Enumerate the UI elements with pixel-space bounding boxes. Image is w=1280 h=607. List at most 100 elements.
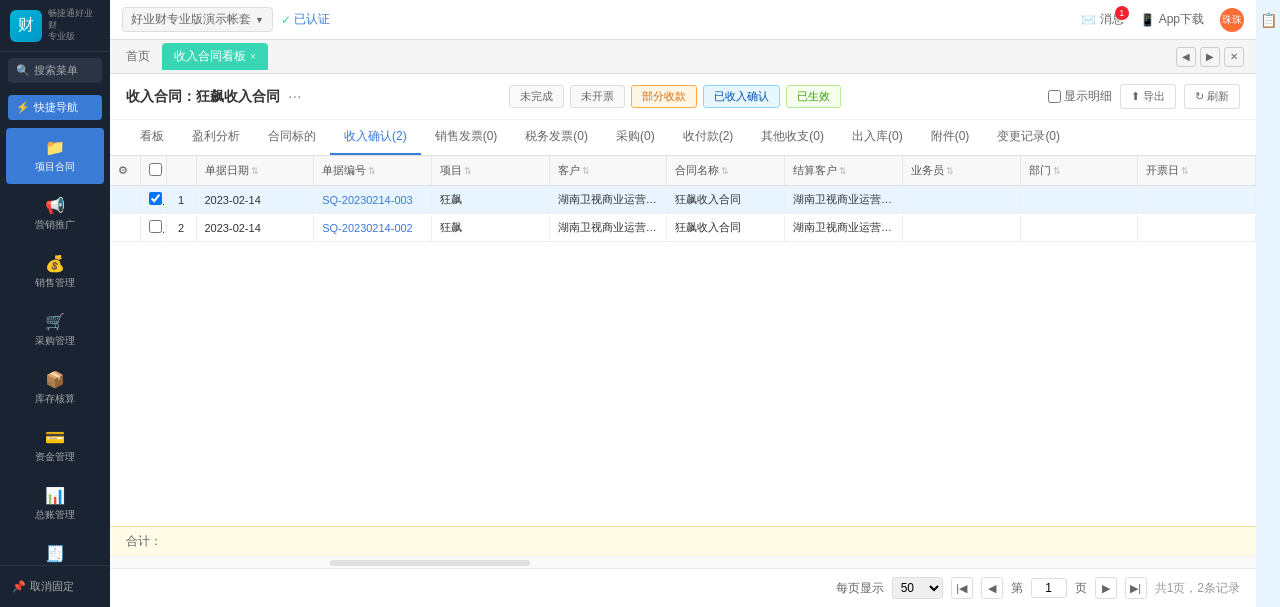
td-salesperson-1 xyxy=(902,186,1020,214)
th-settlement-customer: 结算客户⇅ xyxy=(785,156,903,186)
active-tab[interactable]: 收入合同看板 × xyxy=(162,43,268,70)
subtab-tax-invoice[interactable]: 税务发票(0) xyxy=(511,120,602,155)
td-project-2: 狂飙 xyxy=(431,214,549,242)
sort-docno-icon[interactable]: ⇅ xyxy=(368,166,376,176)
export-button[interactable]: ⬆ 导出 xyxy=(1120,84,1176,109)
subtab-change-log[interactable]: 变更记录(0) xyxy=(983,120,1074,155)
sidebar-item-inventory[interactable]: 📦 库存核算 xyxy=(6,360,104,416)
logo-icon: 财 xyxy=(10,10,42,42)
app-download-button[interactable]: 📱 App下载 xyxy=(1140,11,1204,28)
home-tab[interactable]: 首页 xyxy=(122,48,154,65)
sort-date-icon[interactable]: ⇅ xyxy=(251,166,259,176)
td-project-1: 狂飙 xyxy=(431,186,549,214)
td-docno-2: SQ-20230214-002 xyxy=(314,214,432,242)
page-unit-label: 页 xyxy=(1075,580,1087,597)
select-all-checkbox[interactable] xyxy=(149,163,162,176)
page-input[interactable] xyxy=(1031,578,1067,598)
sort-contractname-icon[interactable]: ⇅ xyxy=(721,166,729,176)
pin-icon: 📌 xyxy=(12,580,26,593)
td-checkbox-2 xyxy=(140,214,166,242)
message-icon: ✉️ xyxy=(1081,13,1096,27)
th-salesperson: 业务员⇅ xyxy=(902,156,1020,186)
sort-customer-icon[interactable]: ⇅ xyxy=(582,166,590,176)
tab-prev-button[interactable]: ◀ xyxy=(1176,47,1196,67)
td-contractname-1: 狂飙收入合同 xyxy=(667,186,785,214)
show-detail-checkbox-label[interactable]: 显示明细 xyxy=(1048,88,1112,105)
quick-nav-button[interactable]: ⚡ 快捷导航 xyxy=(8,95,102,120)
td-settlement-2: 湖南卫视商业运营发展有限公司 xyxy=(785,214,903,242)
contract-status-buttons: 未完成 未开票 部分收款 已收入确认 已生效 xyxy=(509,85,841,108)
pin-toggle[interactable]: 📌 取消固定 xyxy=(8,574,102,599)
status-effective[interactable]: 已生效 xyxy=(786,85,841,108)
tab-label: 收入合同看板 xyxy=(174,48,246,65)
refresh-icon: ↻ xyxy=(1195,90,1204,103)
next-page-button[interactable]: ▶ xyxy=(1095,577,1117,599)
message-button[interactable]: ✉️ 消息 1 xyxy=(1081,11,1124,28)
sidebar-item-purchase[interactable]: 🛒 采购管理 xyxy=(6,302,104,358)
sort-opendate-icon[interactable]: ⇅ xyxy=(1181,166,1189,176)
more-button[interactable]: ··· xyxy=(288,88,301,106)
subtab-attachment[interactable]: 附件(0) xyxy=(917,120,984,155)
subtab-profit[interactable]: 盈利分析 xyxy=(178,120,254,155)
per-page-select[interactable]: 20 50 100 200 xyxy=(892,577,943,599)
last-page-button[interactable]: ▶| xyxy=(1125,577,1147,599)
sidebar-item-marketing[interactable]: 📢 营销推广 xyxy=(6,186,104,242)
sidebar: 财 畅捷通好业财 专业版 🔍 搜索菜单 ⚡ 快捷导航 📁 项目合同 📢 营销推广… xyxy=(0,0,110,607)
subtab-other-income[interactable]: 其他收支(0) xyxy=(747,120,838,155)
contract-title: 收入合同：狂飙收入合同 ··· xyxy=(126,88,301,106)
subtab-stock-out[interactable]: 出入库(0) xyxy=(838,120,917,155)
subtab-payment[interactable]: 收付款(2) xyxy=(669,120,748,155)
box-icon: 📦 xyxy=(45,370,65,389)
sort-salesperson-icon[interactable]: ⇅ xyxy=(946,166,954,176)
lightning-icon: ⚡ xyxy=(16,101,30,114)
sidebar-item-fund[interactable]: 💳 资金管理 xyxy=(6,418,104,474)
right-sidebar-icon[interactable]: 📋 xyxy=(1256,8,1281,32)
topbar: 好业财专业版演示帐套 ▼ ✓ 已认证 ✉️ 消息 1 📱 App下载 珠珠 xyxy=(110,0,1256,40)
folder-icon: 📁 xyxy=(45,138,65,157)
subtab-contractstd[interactable]: 合同标的 xyxy=(254,120,330,155)
subtab-income-confirm[interactable]: 收入确认(2) xyxy=(330,120,421,155)
sort-department-icon[interactable]: ⇅ xyxy=(1053,166,1061,176)
right-sidebar: 📋 xyxy=(1256,0,1280,607)
sidebar-item-general[interactable]: 📊 总账管理 xyxy=(6,476,104,532)
status-partial[interactable]: 部分收款 xyxy=(631,85,697,108)
row-checkbox-2[interactable] xyxy=(149,220,162,233)
doc-no-link-1[interactable]: SQ-20230214-003 xyxy=(322,194,413,206)
sort-settlement-icon[interactable]: ⇅ xyxy=(839,166,847,176)
contract-right-actions: 显示明细 ⬆ 导出 ↻ 刷新 xyxy=(1048,84,1240,109)
chart-icon: 📊 xyxy=(45,486,65,505)
doc-no-link-2[interactable]: SQ-20230214-002 xyxy=(322,222,413,234)
status-unfinished[interactable]: 未完成 xyxy=(509,85,564,108)
subtab-kanban[interactable]: 看板 xyxy=(126,120,178,155)
th-project: 项目⇅ xyxy=(431,156,549,186)
row-checkbox-1[interactable] xyxy=(149,192,162,205)
td-gear-2 xyxy=(110,214,140,242)
scrollbar-area[interactable] xyxy=(110,556,1256,568)
data-table: ⚙ 单据日期⇅ 单据编号⇅ 项目⇅ 客户⇅ 合同名称⇅ 结算客户⇅ 业务员⇅ xyxy=(110,156,1256,242)
tab-close-button[interactable]: × xyxy=(250,51,256,62)
status-uninvoiced[interactable]: 未开票 xyxy=(570,85,625,108)
subtab-purchase[interactable]: 采购(0) xyxy=(602,120,669,155)
sidebar-bottom: 📌 取消固定 xyxy=(0,565,110,607)
td-customer-2: 湖南卫视商业运营发展有限公司 xyxy=(549,214,667,242)
subtab-sales-invoice[interactable]: 销售发票(0) xyxy=(421,120,512,155)
td-department-1 xyxy=(1020,186,1138,214)
first-page-button[interactable]: |◀ xyxy=(951,577,973,599)
td-docno-1: SQ-20230214-003 xyxy=(314,186,432,214)
show-detail-checkbox[interactable] xyxy=(1048,90,1061,103)
company-selector[interactable]: 好业财专业版演示帐套 ▼ xyxy=(122,7,273,32)
refresh-button[interactable]: ↻ 刷新 xyxy=(1184,84,1240,109)
search-menu-button[interactable]: 🔍 搜索菜单 xyxy=(8,58,102,83)
tab-close-all-button[interactable]: ✕ xyxy=(1224,47,1244,67)
settings-icon[interactable]: ⚙ xyxy=(118,164,128,176)
prev-page-button[interactable]: ◀ xyxy=(981,577,1003,599)
th-date: 单据日期⇅ xyxy=(196,156,314,186)
sidebar-item-project-contract[interactable]: 📁 项目合同 xyxy=(6,128,104,184)
sort-project-icon[interactable]: ⇅ xyxy=(464,166,472,176)
status-confirmed[interactable]: 已收入确认 xyxy=(703,85,780,108)
tab-next-button[interactable]: ▶ xyxy=(1200,47,1220,67)
user-avatar[interactable]: 珠珠 xyxy=(1220,8,1244,32)
sidebar-item-invoice[interactable]: 🧾 发票管理 xyxy=(6,534,104,565)
sidebar-item-sales[interactable]: 💰 销售管理 xyxy=(6,244,104,300)
tab-nav: ◀ ▶ ✕ xyxy=(1176,47,1244,67)
